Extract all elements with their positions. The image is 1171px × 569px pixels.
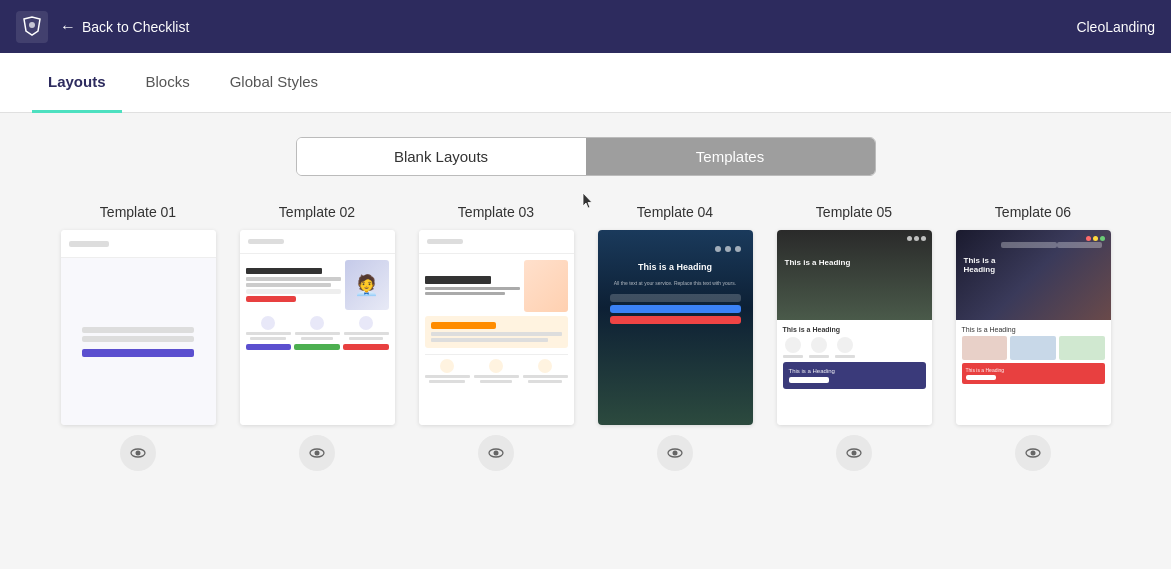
logo-icon — [16, 11, 48, 43]
tabs-bar: Layouts Blocks Global Styles — [0, 53, 1171, 113]
template-04-thumbnail[interactable]: This is a Heading All the text at your s… — [598, 230, 753, 425]
template-04-preview-button[interactable] — [657, 435, 693, 471]
template-05-label: Template 05 — [816, 204, 892, 220]
template-03-preview-button[interactable] — [478, 435, 514, 471]
template-05-preview-button[interactable] — [836, 435, 872, 471]
back-arrow-icon: ← — [60, 18, 76, 36]
eye-icon — [667, 445, 683, 461]
svg-point-13 — [1031, 451, 1036, 456]
tab-global-styles[interactable]: Global Styles — [214, 53, 334, 113]
template-02-preview-button[interactable] — [299, 435, 335, 471]
layout-toggle-group: Blank Layouts Templates — [296, 137, 876, 176]
svg-point-9 — [673, 451, 678, 456]
svg-point-7 — [494, 451, 499, 456]
template-05-thumbnail[interactable]: This is a Heading This is a Heading This… — [777, 230, 932, 425]
back-to-checklist-label: Back to Checklist — [82, 19, 189, 35]
blank-layouts-button[interactable]: Blank Layouts — [297, 138, 586, 175]
template-card-02: Template 02 — [240, 204, 395, 471]
eye-icon — [309, 445, 325, 461]
template-02-label: Template 02 — [279, 204, 355, 220]
eye-icon — [846, 445, 862, 461]
eye-icon — [130, 445, 146, 461]
svg-point-11 — [852, 451, 857, 456]
back-to-checklist-link[interactable]: ← Back to Checklist — [60, 18, 189, 36]
eye-icon — [488, 445, 504, 461]
svg-point-5 — [315, 451, 320, 456]
template-card-05: Template 05 This is a Heading This is a … — [777, 204, 932, 471]
template-04-label: Template 04 — [637, 204, 713, 220]
eye-icon — [1025, 445, 1041, 461]
template-01-label: Template 01 — [100, 204, 176, 220]
main-content: Blank Layouts Templates Template 01 — [0, 113, 1171, 569]
header: ← Back to Checklist CleoLanding — [0, 0, 1171, 53]
template-card-04: Template 04 This is a Heading All the te… — [598, 204, 753, 471]
template-02-thumbnail[interactable]: 🧑‍💼 — [240, 230, 395, 425]
template-01-preview-button[interactable] — [120, 435, 156, 471]
templates-button[interactable]: Templates — [586, 138, 875, 175]
template-06-label: Template 06 — [995, 204, 1071, 220]
template-06-thumbnail[interactable]: This is a Heading This is a Heading This… — [956, 230, 1111, 425]
svg-point-1 — [29, 22, 35, 28]
header-left: ← Back to Checklist — [16, 11, 189, 43]
tab-layouts[interactable]: Layouts — [32, 53, 122, 113]
template-01-thumbnail[interactable] — [61, 230, 216, 425]
tab-blocks[interactable]: Blocks — [130, 53, 206, 113]
template-03-label: Template 03 — [458, 204, 534, 220]
template-card-03: Template 03 — [419, 204, 574, 471]
template-03-thumbnail[interactable] — [419, 230, 574, 425]
templates-grid: Template 01 — [32, 204, 1139, 471]
template-card-01: Template 01 — [61, 204, 216, 471]
template-06-preview-button[interactable] — [1015, 435, 1051, 471]
site-name: CleoLanding — [1076, 19, 1155, 35]
template-card-06: Template 06 This is a Heading — [956, 204, 1111, 471]
svg-point-3 — [136, 451, 141, 456]
